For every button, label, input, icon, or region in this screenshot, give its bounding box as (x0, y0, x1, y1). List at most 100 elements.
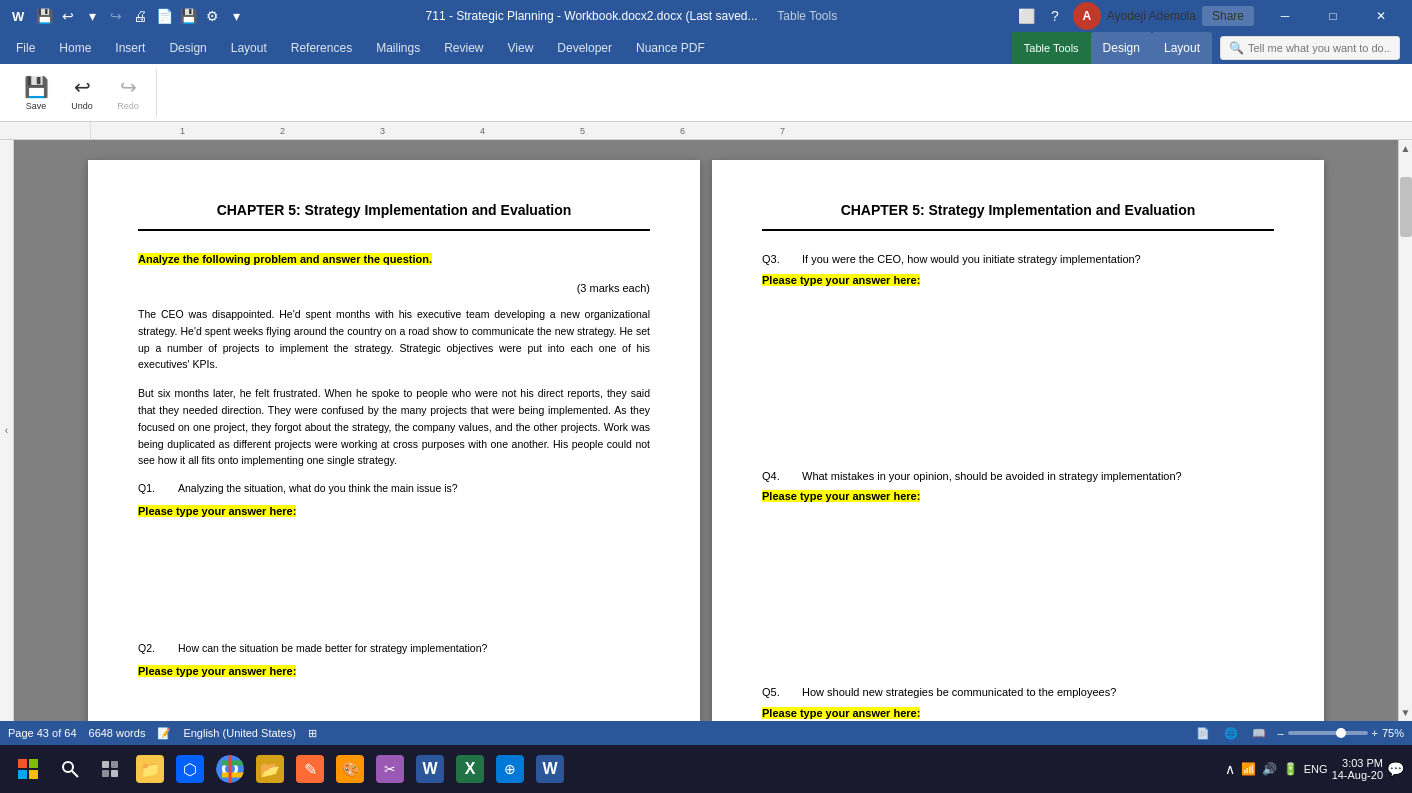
q2-text: How can the situation be made better for… (178, 641, 487, 657)
q3-answer-area[interactable]: Please type your answer here: (762, 272, 1274, 452)
q1-answer-placeholder: Please type your answer here: (138, 505, 296, 517)
file-explorer-icon[interactable]: 📁 (132, 751, 168, 787)
minimize-button[interactable]: ─ (1262, 0, 1308, 32)
tab-mailings[interactable]: Mailings (364, 32, 432, 64)
tab-view[interactable]: View (496, 32, 546, 64)
scroll-up-button[interactable]: ▲ (1398, 140, 1412, 157)
notepad-icon[interactable]: ✎ (292, 751, 328, 787)
q5-section: Q5. How should new strategies be communi… (762, 684, 1274, 721)
start-button[interactable] (8, 749, 48, 789)
language-icon[interactable]: ENG (1304, 763, 1328, 775)
save2-icon[interactable]: 💾 (178, 6, 198, 26)
redo-ribbon-btn[interactable]: ↪ Redo (108, 71, 148, 115)
redo-icon[interactable]: ↪ (106, 6, 126, 26)
snip-icon[interactable]: ✂ (372, 751, 408, 787)
avatar[interactable]: A (1073, 2, 1101, 30)
ribbon-content: 💾 Save ↩ Undo ↪ Redo (0, 64, 1412, 122)
search-box[interactable]: 🔍 (1220, 36, 1400, 60)
excel-taskbar-icon[interactable]: X (452, 751, 488, 787)
quick-access-toolbar: 💾 ↩ ▾ ↪ 🖨 📄 💾 ⚙ ▾ (34, 6, 246, 26)
svg-text:1: 1 (180, 126, 185, 136)
tab-references[interactable]: References (279, 32, 364, 64)
downloads-icon[interactable]: 📂 (252, 751, 288, 787)
web-layout-view-btn[interactable]: 🌐 (1221, 723, 1241, 743)
q2-answer-area[interactable]: Please type your answer here: (138, 663, 650, 703)
battery-icon[interactable]: 🔋 (1283, 762, 1298, 776)
scroll-down-button[interactable]: ▼ (1398, 704, 1412, 721)
tab-file[interactable]: File (4, 32, 47, 64)
table-tools-group: Table Tools (1012, 32, 1091, 64)
close-button[interactable]: ✕ (1358, 0, 1404, 32)
another-word-icon[interactable]: W (532, 751, 568, 787)
undo-dropdown-icon[interactable]: ▾ (82, 6, 102, 26)
print-layout-view-btn[interactable]: 📄 (1193, 723, 1213, 743)
q4-answer-area[interactable]: Please type your answer here: (762, 488, 1274, 668)
tab-insert[interactable]: Insert (103, 32, 157, 64)
tab-home[interactable]: Home (47, 32, 103, 64)
save-ribbon-btn[interactable]: 💾 Save (16, 71, 56, 115)
ribbon-toggle-icon[interactable]: ⬜ (1017, 6, 1037, 26)
task-view-button[interactable] (92, 751, 128, 787)
zoom-thumb[interactable] (1336, 728, 1346, 738)
undo-ribbon-btn[interactable]: ↩ Undo (62, 71, 102, 115)
new-doc-icon[interactable]: 📄 (154, 6, 174, 26)
edge-taskbar-icon[interactable]: ⊕ (492, 751, 528, 787)
q5-answer-area[interactable]: Please type your answer here: (762, 705, 1274, 722)
read-view-btn[interactable]: 📖 (1249, 723, 1269, 743)
word-app-icon[interactable]: W (8, 6, 28, 26)
share-button[interactable]: Share (1202, 6, 1254, 26)
save-ribbon-label: Save (26, 101, 47, 111)
title-bar-title: 711 - Strategic Planning - Workbook.docx… (246, 9, 1017, 23)
search-icon: 🔍 (1229, 41, 1244, 55)
ribbon-group-undo: 💾 Save ↩ Undo ↪ Redo (8, 69, 157, 117)
q4-line: Q4. What mistakes in your opinion, shoul… (762, 468, 1274, 485)
search-input[interactable] (1248, 42, 1391, 54)
clock[interactable]: 3:03 PM 14-Aug-20 (1332, 757, 1383, 781)
volume-icon[interactable]: 🔊 (1262, 762, 1277, 776)
zoom-slider[interactable] (1288, 731, 1368, 735)
left-margin-toggle[interactable]: ‹ (0, 140, 14, 721)
scrollbar-thumb[interactable] (1400, 177, 1412, 237)
help-icon[interactable]: ? (1045, 6, 1065, 26)
title-bar-right: ⬜ ? A Ayodeji Ademola Share ─ □ ✕ (1017, 0, 1404, 32)
dropbox-icon[interactable]: ⬡ (172, 751, 208, 787)
save-icon[interactable]: 💾 (34, 6, 54, 26)
zoom-in-button[interactable]: + (1372, 727, 1378, 739)
question2: Q2. How can the situation be made better… (138, 641, 650, 657)
tab-layout[interactable]: Layout (219, 32, 279, 64)
time-display: 3:03 PM (1332, 757, 1383, 769)
q1-answer-area[interactable]: Please type your answer here: (138, 503, 650, 633)
zoom-out-button[interactable]: – (1277, 727, 1283, 739)
tab-nuance[interactable]: Nuance PDF (624, 32, 717, 64)
network-icon[interactable]: 📶 (1241, 762, 1256, 776)
username-label: Ayodeji Ademola (1107, 9, 1196, 23)
svg-line-16 (72, 771, 78, 777)
instruction-text: Analyze the following problem and answer… (138, 253, 432, 265)
restore-button[interactable]: □ (1310, 0, 1356, 32)
svg-rect-20 (111, 770, 118, 777)
date-display: 14-Aug-20 (1332, 769, 1383, 781)
ruler-svg: 1 2 3 4 5 6 7 (90, 122, 1322, 139)
tab-design[interactable]: Design (157, 32, 218, 64)
svg-text:3: 3 (380, 126, 385, 136)
taskbar-right: ∧ 📶 🔊 🔋 ENG 3:03 PM 14-Aug-20 💬 (1225, 757, 1404, 781)
proofing-icon[interactable]: 📝 (157, 727, 171, 740)
browser-icon[interactable] (212, 751, 248, 787)
undo-icon[interactable]: ↩ (58, 6, 78, 26)
custom-icon[interactable]: ⚙ (202, 6, 222, 26)
tab-table-design[interactable]: Design (1091, 32, 1152, 64)
taskbar-search-button[interactable] (52, 751, 88, 787)
notification-icon[interactable]: 💬 (1387, 761, 1404, 777)
tab-review[interactable]: Review (432, 32, 495, 64)
word-taskbar-icon[interactable]: W (412, 751, 448, 787)
language-label[interactable]: English (United States) (183, 727, 296, 739)
up-arrow-icon[interactable]: ∧ (1225, 761, 1235, 777)
window-controls: ─ □ ✕ (1262, 0, 1404, 32)
svg-rect-18 (111, 761, 118, 768)
tab-table-layout[interactable]: Layout (1152, 32, 1212, 64)
paint-icon[interactable]: 🎨 (332, 751, 368, 787)
svg-text:7: 7 (780, 126, 785, 136)
tab-developer[interactable]: Developer (545, 32, 624, 64)
print-icon[interactable]: 🖨 (130, 6, 150, 26)
overflow-icon[interactable]: ▾ (226, 6, 246, 26)
